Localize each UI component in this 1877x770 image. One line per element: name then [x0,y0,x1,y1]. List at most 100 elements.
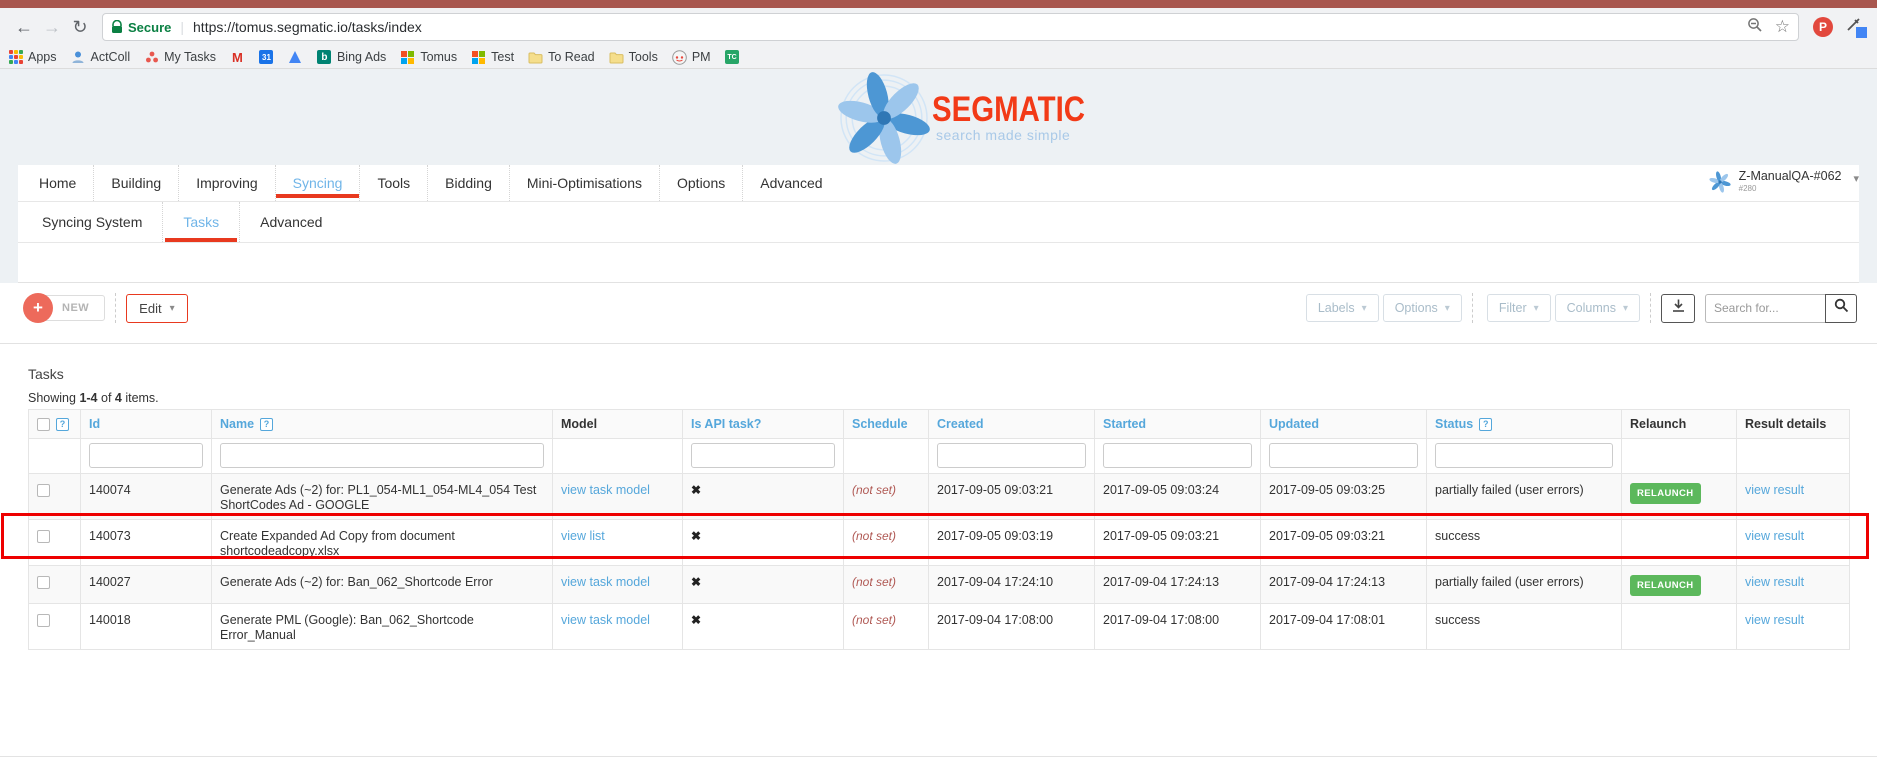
nav-tab-building[interactable]: Building [93,165,178,201]
col-header-cb[interactable]: ? [28,409,81,439]
nav-tab-mini-optimisations[interactable]: Mini-Optimisations [508,165,659,201]
filter-input-status[interactable] [1435,443,1613,468]
back-icon[interactable]: ← [10,17,38,38]
col-label[interactable]: Status [1435,417,1473,431]
filter-input-name[interactable] [220,443,544,468]
bookmarks-bar: Apps ActColl My Tasks M 31 b Bing Ads Tomus Test… [0,46,1877,69]
col-label[interactable]: Name [220,417,254,431]
col-label[interactable]: Started [1103,417,1146,431]
filter-input-updated[interactable] [1269,443,1418,468]
col-header-created[interactable]: Created [928,409,1095,439]
filter-input-created[interactable] [937,443,1086,468]
col-label[interactable]: Is API task? [691,417,761,431]
help-icon[interactable]: ? [260,418,274,432]
bookmark-tools[interactable]: Tools [609,50,658,65]
select-all-checkbox[interactable] [37,418,50,432]
bookmark-pm[interactable]: PM [672,49,711,65]
col-header-result: Result details [1736,409,1850,439]
button-label: Filter [1498,301,1527,315]
model-link[interactable]: view list [561,529,605,543]
cell-updated: 2017-09-04 17:08:01 [1260,603,1427,650]
filter-cell-started [1094,438,1261,474]
nav-tab-bidding[interactable]: Bidding [427,165,509,201]
extension-p-icon[interactable]: P [1813,17,1833,37]
bookmark-analytics-icon[interactable] [288,50,303,65]
address-bar[interactable]: Secure | https://tomus.segmatic.io/tasks… [102,13,1799,41]
filter-input-started[interactable] [1103,443,1252,468]
col-label[interactable]: Schedule [852,417,908,431]
url-text[interactable]: https://tomus.segmatic.io/tasks/index [193,19,1739,35]
status-text: partially failed (user errors) [1435,575,1584,589]
col-header-updated[interactable]: Updated [1260,409,1427,439]
zoom-out-icon[interactable] [1747,17,1763,38]
col-label[interactable]: Id [89,417,100,431]
filter-button[interactable]: Filter ▾ [1486,294,1551,322]
bookmark-my-tasks[interactable]: My Tasks [144,50,216,65]
options-button[interactable]: Options ▾ [1382,294,1462,322]
view-result-link[interactable]: view result [1745,575,1804,589]
cell-api: ✖ [682,565,844,604]
subnav-tab-tasks[interactable]: Tasks [162,202,239,242]
nav-tab-advanced[interactable]: Advanced [742,165,839,201]
cell-id: 140074 [80,473,212,520]
gmail-icon: M [232,49,243,65]
search-input[interactable] [1705,293,1825,323]
bookmark-bing-ads[interactable]: b Bing Ads [317,50,386,65]
bookmark-apps[interactable]: Apps [8,50,57,65]
bookmark-tomus[interactable]: Tomus [400,50,457,65]
segmatic-logo: SEGMATIC search made simple [838,72,1114,169]
bookmark-test[interactable]: Test [471,50,514,65]
bookmark-star-icon[interactable]: ☆ [1775,17,1790,37]
subnav-tab-syncing-system[interactable]: Syncing System [22,202,162,242]
filter-input-id[interactable] [89,443,203,468]
cell-schedule: (not set) [843,519,929,566]
user-menu[interactable]: Z-ManualQA-#062 #280 ▾ [1707,169,1859,200]
view-result-link[interactable]: view result [1745,529,1804,543]
view-result-link[interactable]: view result [1745,613,1804,627]
model-link[interactable]: view task model [561,575,650,589]
relaunch-button[interactable]: RELAUNCH [1630,483,1701,504]
help-icon[interactable]: ? [56,418,69,432]
subnav-tab-advanced[interactable]: Advanced [239,202,342,242]
nav-tab-home[interactable]: Home [22,165,93,201]
col-label[interactable]: Updated [1269,417,1319,431]
model-link[interactable]: view task model [561,483,650,497]
plus-icon[interactable]: + [23,293,53,323]
relaunch-button[interactable]: RELAUNCH [1630,575,1701,596]
row-checkbox[interactable] [37,530,50,544]
row-checkbox[interactable] [37,614,50,628]
nav-tab-improving[interactable]: Improving [178,165,274,201]
nav-tab-tools[interactable]: Tools [359,165,427,201]
filter-input-api[interactable] [691,443,835,468]
nav-tab-syncing[interactable]: Syncing [274,165,360,201]
page-title: Tasks [28,366,64,382]
col-label[interactable]: Created [937,417,984,431]
col-header-name[interactable]: Name? [211,409,553,439]
export-download-button[interactable] [1661,293,1695,323]
help-icon[interactable]: ? [1479,418,1493,432]
nav-tab-options[interactable]: Options [659,165,742,201]
color-picker-extension-icon[interactable] [1845,16,1867,38]
col-header-schedule[interactable]: Schedule [843,409,929,439]
col-header-api[interactable]: Is API task? [682,409,844,439]
bookmark-to-read[interactable]: To Read [528,50,595,65]
col-header-status[interactable]: Status? [1426,409,1622,439]
edit-button[interactable]: Edit ▾ [126,293,188,323]
col-header-id[interactable]: Id [80,409,212,439]
new-button[interactable]: + NEW [23,293,106,323]
forward-icon[interactable]: → [38,17,66,38]
row-checkbox[interactable] [37,484,50,498]
bookmark-gmail-icon[interactable]: M [230,50,245,65]
model-link[interactable]: view task model [561,613,650,627]
bookmark-calendar-icon[interactable]: 31 [259,50,274,65]
reload-icon[interactable]: ↻ [66,17,94,38]
view-result-link[interactable]: view result [1745,483,1804,497]
col-header-started[interactable]: Started [1094,409,1261,439]
search-button[interactable] [1825,293,1857,323]
labels-button[interactable]: Labels ▾ [1305,294,1379,322]
bookmark-actcoll[interactable]: ActColl [71,50,130,65]
search-group [1705,293,1857,323]
columns-button[interactable]: Columns ▾ [1554,294,1640,322]
bookmark-tc-icon[interactable]: TC [725,50,740,65]
row-checkbox[interactable] [37,576,50,590]
